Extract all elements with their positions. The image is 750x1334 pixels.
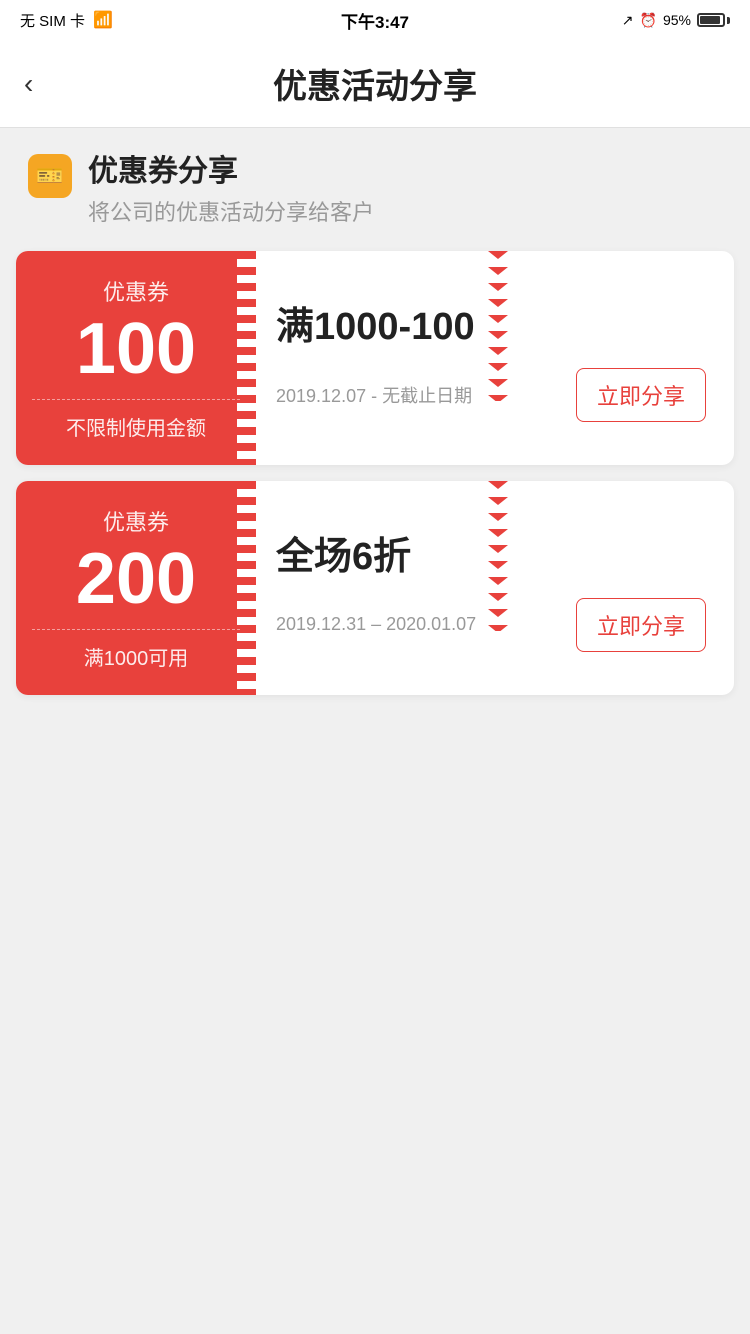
coupon-divider-line-1: [32, 399, 240, 400]
coupon-condition-1: 不限制使用金额: [66, 412, 206, 441]
coupon-label-2: 优惠券: [103, 505, 169, 537]
coupon-amount-2: 200: [76, 543, 196, 615]
coupon-left-1: 优惠券 100 不限制使用金额: [16, 251, 256, 465]
coupon-condition-2: 满1000可用: [84, 642, 189, 671]
section-text: 优惠券分享 将公司的优惠活动分享给客户: [88, 152, 374, 227]
coupon-amount-1: 100: [76, 313, 196, 385]
battery-percent: 95%: [663, 12, 691, 28]
coupon-date-1: 2019.12.07 - 无截止日期: [276, 382, 566, 408]
location-icon: ↗: [622, 12, 634, 29]
coupon-list: 优惠券 100 不限制使用金额 满1000-100 2019.12.07 - 无…: [0, 243, 750, 715]
empty-area: [0, 715, 750, 1315]
carrier-label: 无 SIM 卡: [20, 10, 85, 31]
status-bar: 无 SIM 卡 📶 下午3:47 ↗ ⏰ 95%: [0, 0, 750, 40]
coupon-label-1: 优惠券: [103, 275, 169, 307]
jagged-edge-2: [488, 481, 508, 631]
coupon-left-2: 优惠券 200 满1000可用: [16, 481, 256, 695]
coupon-share-button-1[interactable]: 立即分享: [576, 368, 706, 422]
coupon-share-button-2[interactable]: 立即分享: [576, 598, 706, 652]
coupon-item-1: 优惠券 100 不限制使用金额 满1000-100 2019.12.07 - 无…: [16, 251, 734, 465]
status-left: 无 SIM 卡 📶: [20, 10, 113, 31]
alarm-icon: ⏰: [640, 12, 657, 29]
coupon-divider-line-2: [32, 629, 240, 630]
coupon-item-2: 优惠券 200 满1000可用 全场6折 2019.12.31 – 2020.0…: [16, 481, 734, 695]
back-button[interactable]: ‹: [24, 70, 33, 98]
status-right: ↗ ⏰ 95%: [622, 12, 730, 29]
section-header: 🎫 优惠券分享 将公司的优惠活动分享给客户: [0, 128, 750, 243]
jagged-edge-1: [488, 251, 508, 401]
section-subtitle: 将公司的优惠活动分享给客户: [88, 195, 374, 227]
battery-icon: [697, 13, 730, 27]
coupon-date-2: 2019.12.31 – 2020.01.07: [276, 614, 566, 635]
wifi-icon: 📶: [93, 10, 113, 30]
coupon-section-icon: 🎫: [28, 154, 72, 198]
status-time: 下午3:47: [341, 8, 409, 33]
section-title: 优惠券分享: [88, 152, 374, 191]
page-title: 优惠活动分享: [273, 59, 477, 108]
nav-bar: ‹ 优惠活动分享: [0, 40, 750, 128]
